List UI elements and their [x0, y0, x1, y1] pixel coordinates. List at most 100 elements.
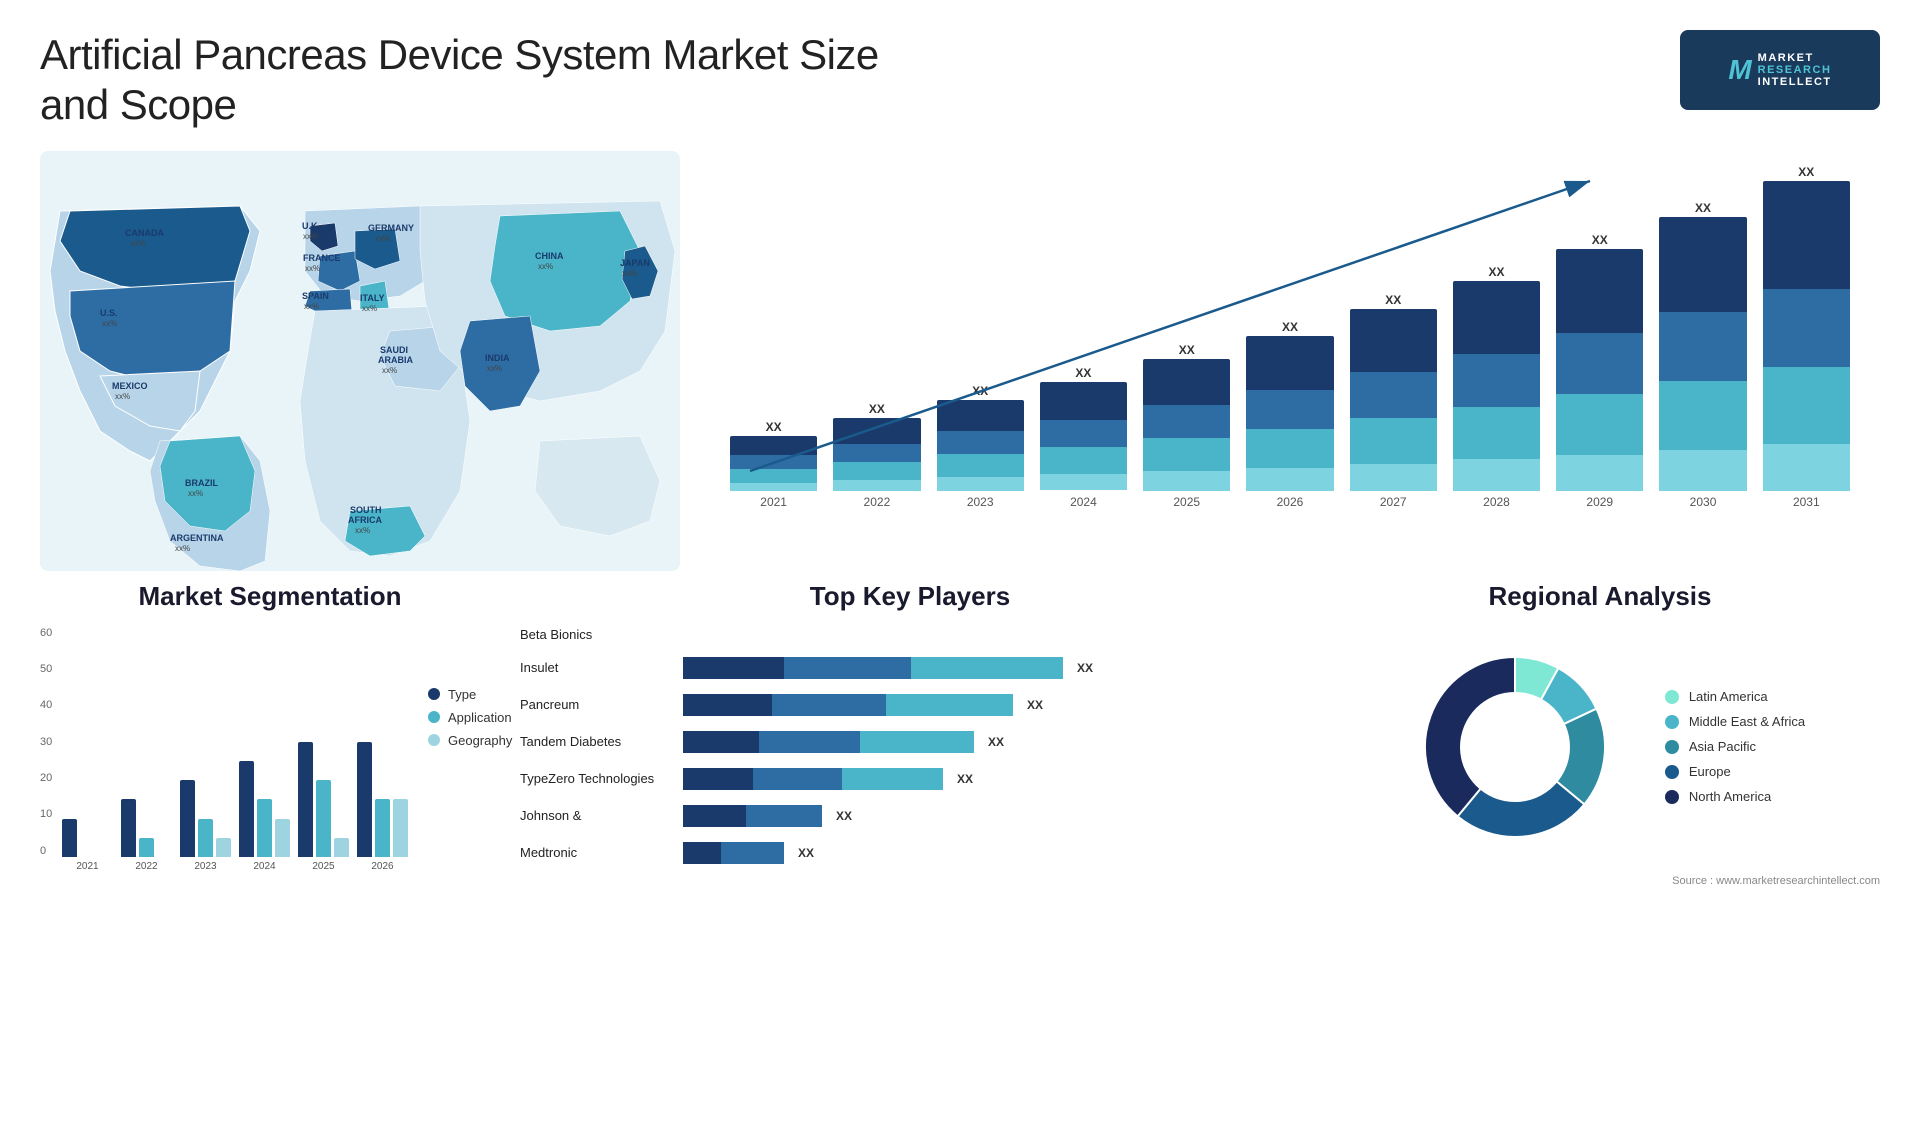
svg-text:GERMANY: GERMANY — [368, 223, 414, 233]
regional-legend: Latin America Middle East & Africa Asia … — [1665, 689, 1805, 804]
page-title: Artificial Pancreas Device System Market… — [40, 30, 940, 131]
player-row: TypeZero Technologies XX — [520, 768, 1300, 790]
player-name: Pancreum — [520, 697, 675, 712]
seg-y-axis: 60 50 40 30 20 10 0 — [40, 627, 52, 857]
logo-area: M MARKET RESEARCH INTELLECT — [1680, 30, 1880, 110]
bar-col-2028: XX — [1453, 265, 1540, 491]
dot-europe — [1665, 765, 1679, 779]
bottom-section: Market Segmentation 60 50 40 30 20 10 0 — [40, 581, 1880, 887]
bar-chart-section: XXXXXXXXXXXXXXXXXXXXXX 20212022202320242… — [700, 151, 1880, 571]
player-row: Pancreum XX — [520, 694, 1300, 716]
svg-text:xx%: xx% — [362, 304, 377, 313]
svg-text:AFRICA: AFRICA — [348, 515, 382, 525]
bar-stack-2030 — [1659, 217, 1746, 491]
legend-europe: Europe — [1665, 764, 1805, 779]
label-europe: Europe — [1689, 764, 1731, 779]
player-bar-container — [683, 768, 943, 790]
player-name: Insulet — [520, 660, 675, 675]
xx-label-2029: XX — [1592, 233, 1608, 247]
svg-text:xx%: xx% — [188, 489, 203, 498]
player-row: Insulet XX — [520, 657, 1300, 679]
logo-letter: M — [1728, 54, 1751, 86]
label-na: North America — [1689, 789, 1771, 804]
svg-text:ARGENTINA: ARGENTINA — [170, 533, 224, 543]
bar-chart-x-labels: 2021202220232024202520262027202820292030… — [720, 495, 1860, 509]
world-map-svg: CANADA xx% U.S. xx% MEXICO xx% BRAZIL xx… — [40, 151, 680, 571]
svg-text:CHINA: CHINA — [535, 251, 564, 261]
x-label-2025: 2025 — [1143, 495, 1230, 509]
svg-text:MEXICO: MEXICO — [112, 381, 148, 391]
dot-apac — [1665, 740, 1679, 754]
logo-text: MARKET RESEARCH INTELLECT — [1758, 52, 1832, 88]
seg-chart: 60 50 40 30 20 10 0 20212022202320242025… — [40, 627, 408, 872]
logo-box: M MARKET RESEARCH INTELLECT — [1680, 30, 1880, 110]
logo-line3: INTELLECT — [1758, 76, 1832, 88]
xx-label-2024: XX — [1075, 366, 1091, 380]
svg-text:xx%: xx% — [538, 262, 553, 271]
player-xx: XX — [988, 735, 1004, 749]
player-xx: XX — [1077, 661, 1093, 675]
bar-col-2030: XX — [1659, 201, 1746, 491]
legend-dot-app — [428, 711, 440, 723]
legend-geography: Geography — [428, 733, 512, 748]
svg-text:ARABIA: ARABIA — [378, 355, 413, 365]
xx-label-2028: XX — [1488, 265, 1504, 279]
logo-line2: RESEARCH — [1758, 64, 1832, 76]
segmentation-section: Market Segmentation 60 50 40 30 20 10 0 — [40, 581, 500, 887]
xx-label-2027: XX — [1385, 293, 1401, 307]
player-name: TypeZero Technologies — [520, 771, 675, 786]
donut-svg — [1395, 627, 1635, 867]
bar-col-2031: XX — [1763, 165, 1850, 491]
player-name: Johnson & — [520, 808, 675, 823]
logo-line1: MARKET — [1758, 52, 1832, 64]
x-label-2022: 2022 — [833, 495, 920, 509]
legend-application: Application — [428, 710, 512, 725]
bar-col-2021: XX — [730, 420, 817, 491]
regional-section: Regional Analysis Latin America — [1320, 581, 1880, 887]
svg-text:xx%: xx% — [382, 366, 397, 375]
player-row: Johnson & XX — [520, 805, 1300, 827]
bar-stack-2029 — [1556, 249, 1643, 491]
segmentation-title: Market Segmentation — [40, 581, 500, 612]
svg-text:CANADA: CANADA — [125, 228, 164, 238]
header: Artificial Pancreas Device System Market… — [40, 30, 1880, 131]
players-title: Top Key Players — [520, 581, 1300, 612]
bar-stack-2022 — [833, 418, 920, 491]
x-label-2027: 2027 — [1350, 495, 1437, 509]
xx-label-2023: XX — [972, 384, 988, 398]
seg-legend: Type Application Geography — [428, 687, 512, 748]
x-label-2029: 2029 — [1556, 495, 1643, 509]
svg-text:xx%: xx% — [487, 364, 502, 373]
player-xx: XX — [957, 772, 973, 786]
map-section: CANADA xx% U.S. xx% MEXICO xx% BRAZIL xx… — [40, 151, 680, 571]
svg-text:xx%: xx% — [304, 302, 319, 311]
xx-label-2031: XX — [1798, 165, 1814, 179]
player-row: Tandem DiabetesXX — [520, 731, 1300, 753]
legend-mea: Middle East & Africa — [1665, 714, 1805, 729]
svg-text:JAPAN: JAPAN — [620, 258, 650, 268]
seg-group-0 — [62, 819, 113, 857]
xx-label-2021: XX — [766, 420, 782, 434]
seg-bars-container — [62, 627, 408, 857]
bar-stack-2026 — [1246, 336, 1333, 491]
svg-text:FRANCE: FRANCE — [303, 253, 341, 263]
seg-group-3 — [239, 761, 290, 857]
player-bar-container — [683, 842, 784, 864]
player-xx: XX — [1027, 698, 1043, 712]
label-apac: Asia Pacific — [1689, 739, 1756, 754]
legend-label-app: Application — [448, 710, 512, 725]
seg-group-1 — [121, 799, 172, 857]
label-latin: Latin America — [1689, 689, 1768, 704]
player-xx: XX — [836, 809, 852, 823]
x-label-2031: 2031 — [1763, 495, 1850, 509]
top-section: CANADA xx% U.S. xx% MEXICO xx% BRAZIL xx… — [40, 151, 1880, 571]
legend-apac: Asia Pacific — [1665, 739, 1805, 754]
player-row: Beta Bionics — [520, 627, 1300, 642]
seg-group-2 — [180, 780, 231, 857]
svg-text:SOUTH: SOUTH — [350, 505, 382, 515]
legend-dot-geo — [428, 734, 440, 746]
bar-stack-2024 — [1040, 382, 1127, 491]
svg-text:xx%: xx% — [130, 239, 145, 248]
x-label-2024: 2024 — [1040, 495, 1127, 509]
x-label-2021: 2021 — [730, 495, 817, 509]
